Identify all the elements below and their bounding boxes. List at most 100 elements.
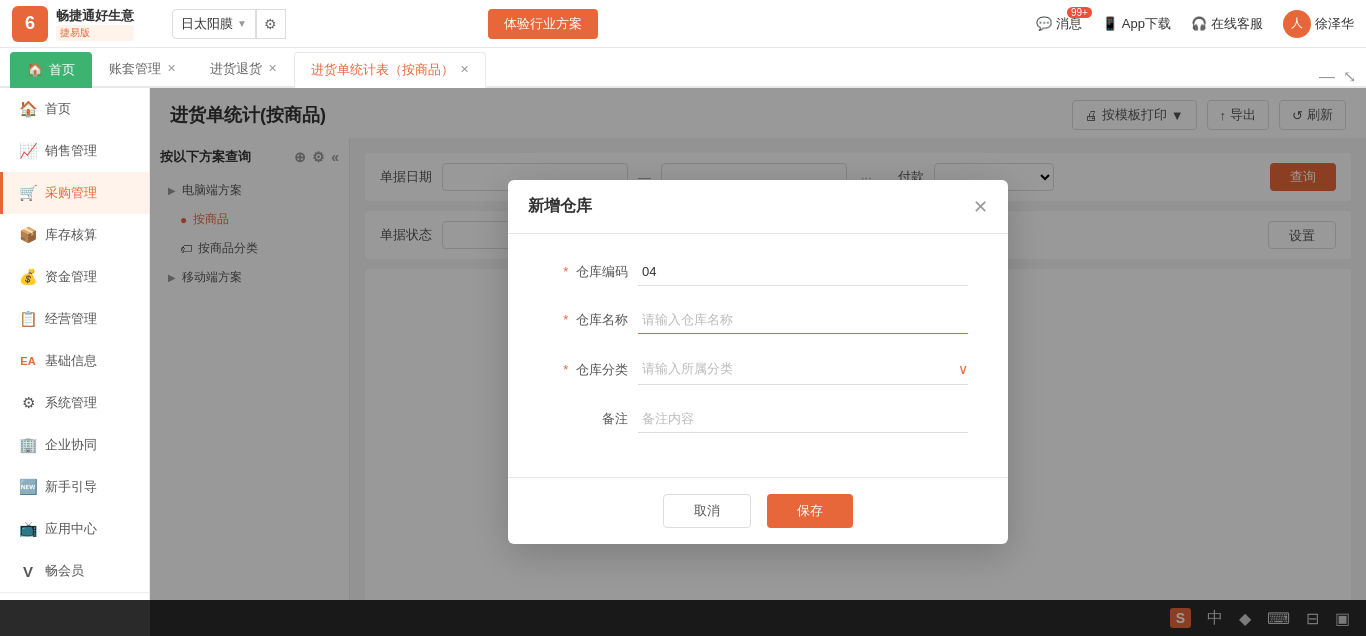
sales-sidebar-icon: 📈 <box>19 142 37 160</box>
online-service-label: 在线客服 <box>1211 15 1263 33</box>
sidebar-item-system[interactable]: ⚙ 系统管理 <box>0 382 149 424</box>
finance-sidebar-icon: 💰 <box>19 268 37 286</box>
sidebar-basic-info-label: 基础信息 <box>45 352 97 370</box>
modal-title: 新增仓库 <box>528 196 592 217</box>
username-label: 徐泽华 <box>1315 15 1354 33</box>
header-right: 💬 消息 99+ 📱 App下载 🎧 在线客服 人 徐泽华 <box>1036 10 1354 38</box>
sidebar-system-label: 系统管理 <box>45 394 97 412</box>
guide-sidebar-icon: 🆕 <box>19 478 37 496</box>
sidebar-inventory-label: 库存核算 <box>45 226 97 244</box>
category-label: * 仓库分类 <box>548 361 628 379</box>
sidebar-operations-label: 经营管理 <box>45 310 97 328</box>
sidebar-item-purchase[interactable]: 🛒 采购管理 <box>0 172 149 214</box>
search-area: 日太阳膜 ▼ ⚙ <box>172 9 472 39</box>
sidebar-item-enterprise[interactable]: 🏢 企业协同 <box>0 424 149 466</box>
sidebar-sales-label: 销售管理 <box>45 142 97 160</box>
tab-maximize-icon[interactable]: ⤡ <box>1343 67 1356 86</box>
messages-icon: 💬 <box>1036 16 1052 31</box>
name-input[interactable] <box>638 306 968 334</box>
logo-area: 6 畅捷通好生意 捷易版 <box>12 6 162 42</box>
search-dropdown-icon: ▼ <box>237 18 247 29</box>
tab-home[interactable]: 🏠 首页 <box>10 52 92 88</box>
modal-footer: 取消 保存 <box>508 477 1008 544</box>
tab-controls: — ⤡ <box>1319 67 1356 86</box>
category-dropdown-icon[interactable]: ∨ <box>958 361 968 377</box>
tab-purchase-stats[interactable]: 进货单统计表（按商品） ✕ <box>294 52 486 88</box>
sidebar: 🏠 首页 📈 销售管理 🛒 采购管理 📦 库存核算 💰 资金管理 📋 经营管理 … <box>0 88 150 636</box>
operations-sidebar-icon: 📋 <box>19 310 37 328</box>
member-sidebar-icon: V <box>19 562 37 580</box>
trial-button[interactable]: 体验行业方案 <box>488 9 598 39</box>
app-badge: 捷易版 <box>56 25 134 41</box>
sidebar-guide-label: 新手引导 <box>45 478 97 496</box>
category-select-wrapper: 请输入所属分类 ∨ <box>638 354 968 385</box>
phone-icon: 📱 <box>1102 16 1118 31</box>
modal-close-button[interactable]: ✕ <box>973 198 988 216</box>
messages-badge: 99+ <box>1067 7 1092 18</box>
name-required-star: * <box>563 312 568 327</box>
form-row-code: * 仓库编码 <box>548 258 968 286</box>
user-avatar: 人 <box>1283 10 1311 38</box>
sidebar-home-label: 首页 <box>45 100 71 118</box>
app-logo-icon: 6 <box>12 6 48 42</box>
sidebar-item-inventory[interactable]: 📦 库存核算 <box>0 214 149 256</box>
inventory-sidebar-icon: 📦 <box>19 226 37 244</box>
tab-accounts[interactable]: 账套管理 ✕ <box>92 50 193 86</box>
sidebar-item-sales[interactable]: 📈 销售管理 <box>0 130 149 172</box>
form-row-name: * 仓库名称 <box>548 306 968 334</box>
sidebar-item-guide[interactable]: 🆕 新手引导 <box>0 466 149 508</box>
modal-body: * 仓库编码 * 仓库名称 <box>508 234 1008 477</box>
code-input[interactable] <box>638 258 968 286</box>
tab-bar: 🏠 首页 账套管理 ✕ 进货退货 ✕ 进货单统计表（按商品） ✕ — ⤡ <box>0 48 1366 88</box>
search-gear-button[interactable]: ⚙ <box>256 9 286 39</box>
content-area: 进货单统计(按商品) 🖨 按模板打印 ▼ ↑ 导出 ↺ 刷新 <box>150 88 1366 636</box>
main-layout: 🏠 首页 📈 销售管理 🛒 采购管理 📦 库存核算 💰 资金管理 📋 经营管理 … <box>0 88 1366 636</box>
enterprise-sidebar-icon: 🏢 <box>19 436 37 454</box>
top-header: 6 畅捷通好生意 捷易版 日太阳膜 ▼ ⚙ 体验行业方案 💬 消息 99+ 📱 … <box>0 0 1366 48</box>
sidebar-finance-label: 资金管理 <box>45 268 97 286</box>
headset-icon: 🎧 <box>1191 16 1207 31</box>
app-download-item[interactable]: 📱 App下载 <box>1102 15 1171 33</box>
tab-purchase-stats-label: 进货单统计表（按商品） <box>311 61 454 79</box>
sidebar-enterprise-label: 企业协同 <box>45 436 97 454</box>
sidebar-item-operations[interactable]: 📋 经营管理 <box>0 298 149 340</box>
note-input[interactable] <box>638 405 968 433</box>
sidebar-purchase-label: 采购管理 <box>45 184 97 202</box>
category-required-star: * <box>563 362 568 377</box>
purchase-sidebar-icon: 🛒 <box>19 184 37 202</box>
sidebar-item-home[interactable]: 🏠 首页 <box>0 88 149 130</box>
sidebar-item-finance[interactable]: 💰 资金管理 <box>0 256 149 298</box>
tab-purchase-return[interactable]: 进货退货 ✕ <box>193 50 294 86</box>
form-row-note: 备注 <box>548 405 968 433</box>
search-select[interactable]: 日太阳膜 ▼ <box>172 9 256 39</box>
note-label: 备注 <box>548 410 628 428</box>
search-select-text: 日太阳膜 <box>181 15 233 33</box>
save-button[interactable]: 保存 <box>767 494 853 528</box>
app-download-label: App下载 <box>1122 15 1171 33</box>
sidebar-member-label: 畅会员 <box>45 562 84 580</box>
user-item[interactable]: 人 徐泽华 <box>1283 10 1354 38</box>
system-sidebar-icon: ⚙ <box>19 394 37 412</box>
home-sidebar-icon: 🏠 <box>19 100 37 118</box>
home-icon: 🏠 <box>27 62 43 77</box>
sidebar-item-member[interactable]: V 畅会员 <box>0 550 149 592</box>
tab-purchase-return-label: 进货退货 <box>210 60 262 78</box>
category-placeholder: 请输入所属分类 <box>638 354 958 384</box>
sidebar-item-basic-info[interactable]: EA 基础信息 <box>0 340 149 382</box>
modal-overlay: 新增仓库 ✕ * 仓库编码 * <box>150 88 1366 636</box>
tab-minimize-icon[interactable]: — <box>1319 68 1335 86</box>
code-required-star: * <box>563 264 568 279</box>
sidebar-item-apps[interactable]: 📺 应用中心 <box>0 508 149 550</box>
online-service-item[interactable]: 🎧 在线客服 <box>1191 15 1263 33</box>
sidebar-apps-label: 应用中心 <box>45 520 97 538</box>
form-row-category: * 仓库分类 请输入所属分类 ∨ <box>548 354 968 385</box>
modal-header: 新增仓库 ✕ <box>508 180 1008 234</box>
tab-purchase-return-close[interactable]: ✕ <box>268 62 277 75</box>
cancel-button[interactable]: 取消 <box>663 494 751 528</box>
messages-item[interactable]: 💬 消息 99+ <box>1036 15 1082 33</box>
tab-accounts-label: 账套管理 <box>109 60 161 78</box>
tab-accounts-close[interactable]: ✕ <box>167 62 176 75</box>
name-label: * 仓库名称 <box>548 311 628 329</box>
app-name-block: 畅捷通好生意 捷易版 <box>56 7 134 41</box>
tab-purchase-stats-close[interactable]: ✕ <box>460 63 469 76</box>
